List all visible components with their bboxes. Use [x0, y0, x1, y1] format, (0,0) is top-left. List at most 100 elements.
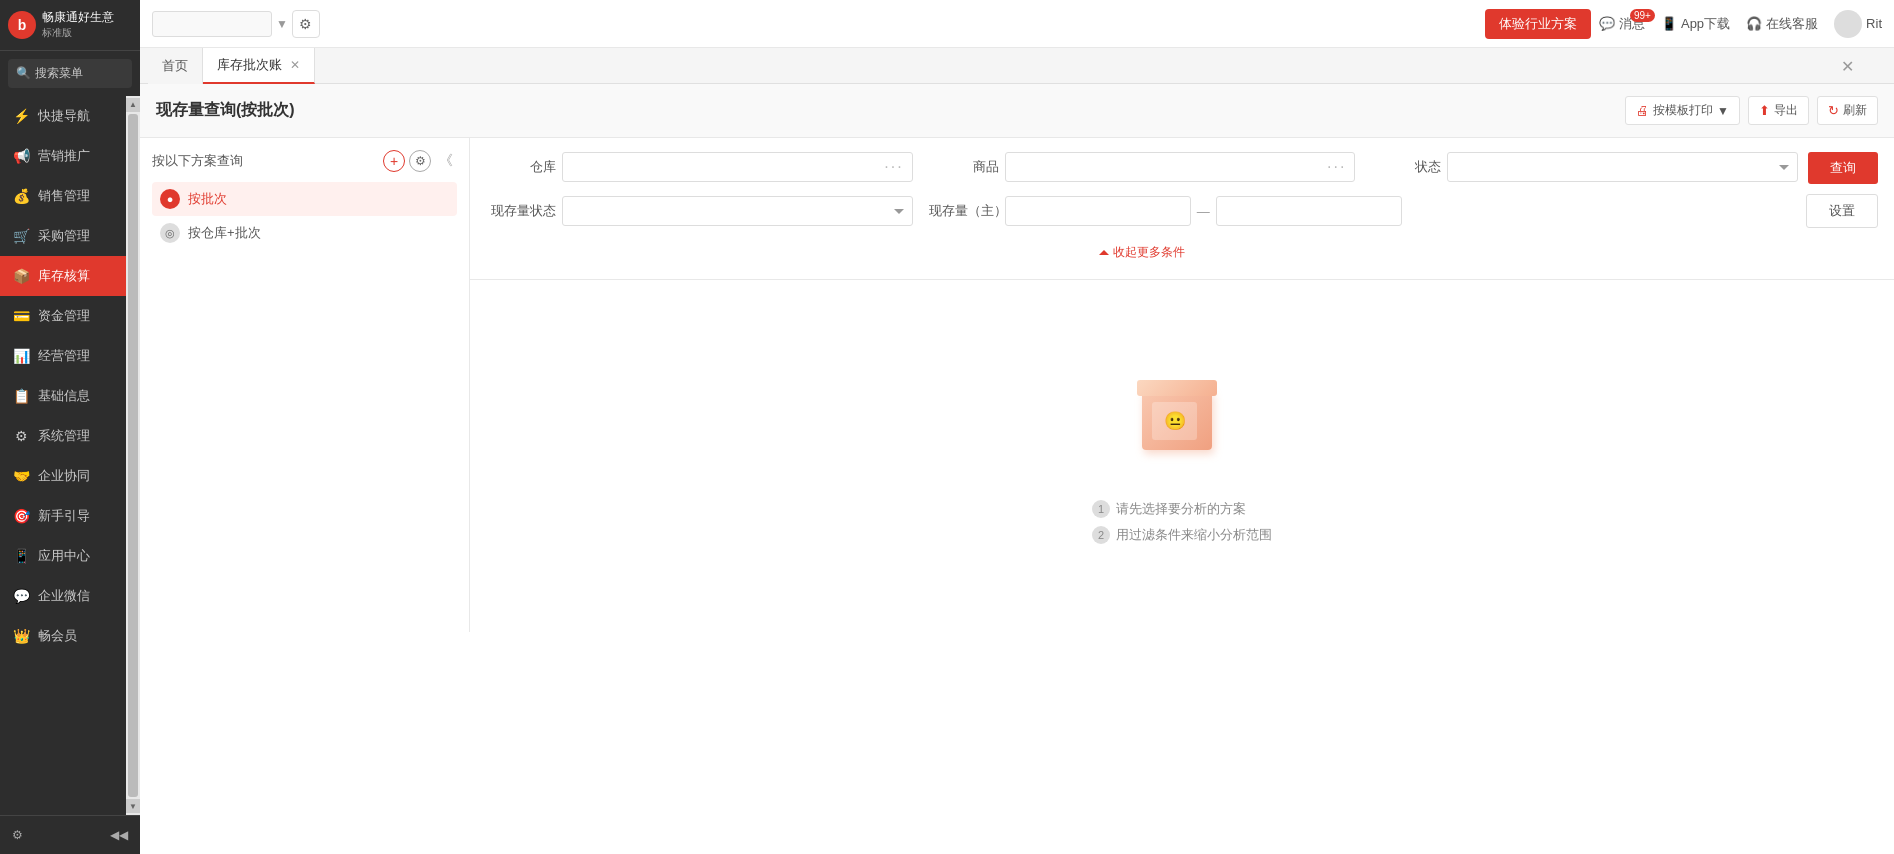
marketing-icon: 📢 [12, 147, 30, 165]
scroll-thumb[interactable] [128, 114, 138, 797]
quantity-to-input[interactable] [1216, 196, 1402, 226]
headset-icon: 🎧 [1746, 16, 1762, 31]
breadcrumb-input[interactable] [152, 11, 272, 37]
online-service-button[interactable]: 🎧 在线客服 [1746, 15, 1818, 33]
sidebar-item-operations[interactable]: 📊 经营管理 [0, 336, 126, 376]
page-title: 现存量查询(按批次) [156, 100, 295, 121]
page-actions: 🖨 按模板打印 ▼ ⬆ 导出 ↻ 刷新 [1625, 96, 1878, 125]
status-select[interactable] [1447, 152, 1798, 182]
status-label: 状态 [1371, 158, 1441, 176]
tab-batch[interactable]: 库存批次账 ✕ [203, 48, 315, 84]
filter-item-by-batch[interactable]: ● 按批次 [152, 182, 457, 216]
sidebar-item-marketing[interactable]: 📢 营销推广 [0, 136, 126, 176]
inventory-status-select[interactable] [562, 196, 913, 226]
hint-num-2: 2 [1092, 526, 1110, 544]
sidebar-scrollbar[interactable]: ▲ ▼ [126, 96, 140, 815]
finance-icon: 💳 [12, 307, 30, 325]
breadcrumb-arrow-icon: ▼ [276, 17, 288, 31]
sidebar-item-label-wechat: 企业微信 [38, 587, 90, 605]
tab-batch-close[interactable]: ✕ [290, 58, 300, 72]
system-icon: ⚙ [12, 427, 30, 445]
filter-setting-button[interactable]: ⚙ [409, 150, 431, 172]
empty-illustration: 😐 [1122, 360, 1242, 480]
quantity-range: — [1005, 196, 1402, 226]
sidebar-item-label-enterprise: 企业协同 [38, 467, 90, 485]
sidebar-item-label-sales: 销售管理 [38, 187, 90, 205]
user-avatar [1834, 10, 1862, 38]
newguide-icon: 🎯 [12, 507, 30, 525]
trial-button[interactable]: 体验行业方案 [1485, 9, 1591, 39]
settings-button[interactable]: 设置 [1806, 194, 1878, 228]
warehouse-label: 仓库 [486, 158, 556, 176]
filter-sidebar-header: 按以下方案查询 + ⚙ 《 [152, 150, 457, 172]
sidebar-item-appcenter[interactable]: 📱 应用中心 [0, 536, 126, 576]
company-info: 畅康通好生意 标准版 [42, 10, 114, 40]
sidebar-header: b 畅康通好生意 标准版 [0, 0, 140, 51]
empty-state: 😐 1 请先选择要分析的方案 2 用过滤条件来缩小分析范围 [470, 280, 1894, 632]
filter-group-status: 状态 [1371, 152, 1798, 182]
basic-icon: 📋 [12, 387, 30, 405]
hint-text-1: 请先选择要分析的方案 [1116, 500, 1246, 518]
sidebar-item-inventory[interactable]: 📦 库存核算 [0, 256, 126, 296]
sidebar-item-sales[interactable]: 💰 销售管理 [0, 176, 126, 216]
sidebar-logo: b 畅康通好生意 标准版 [8, 10, 132, 40]
box-face: 😐 [1152, 402, 1197, 440]
filter-row-1: 仓库 ··· 商品 ··· [486, 152, 1798, 182]
messages-button[interactable]: 💬 消息 99+ [1599, 15, 1645, 33]
refresh-button[interactable]: ↻ 刷新 [1817, 96, 1878, 125]
main-content: 现存量查询(按批次) 🖨 按模板打印 ▼ ⬆ 导出 ↻ 刷新 [140, 84, 1894, 854]
print-button[interactable]: 🖨 按模板打印 ▼ [1625, 96, 1740, 125]
sidebar-item-shortcut[interactable]: ⚡ 快捷导航 [0, 96, 126, 136]
topbar-right: 💬 消息 99+ 📱 App下载 🎧 在线客服 Rit [1599, 10, 1882, 38]
settings-icon: ⚙ [12, 828, 23, 842]
query-settings-area: 查询 设置 [1806, 152, 1878, 228]
sidebar-item-label-basic: 基础信息 [38, 387, 90, 405]
tab-close-right-icon[interactable]: ✕ [1841, 56, 1854, 75]
scroll-down-arrow[interactable]: ▼ [126, 799, 140, 813]
collapse-more-button[interactable]: 收起更多条件 [486, 240, 1798, 265]
filter-add-button[interactable]: + [383, 150, 405, 172]
box-lid [1137, 380, 1217, 396]
export-button[interactable]: ⬆ 导出 [1748, 96, 1809, 125]
settings-footer-button[interactable]: ⚙ [8, 824, 27, 846]
hint-num-1: 1 [1092, 500, 1110, 518]
collapse-icon: ◀◀ [110, 828, 128, 842]
filter-collapse-button[interactable]: 《 [435, 150, 457, 172]
enterprise-icon: 🤝 [12, 467, 30, 485]
sidebar-item-wechat[interactable]: 💬 企业微信 [0, 576, 126, 616]
tab-home-label: 首页 [162, 57, 188, 75]
quantity-from-input[interactable] [1005, 196, 1191, 226]
filter-item-by-warehouse-batch[interactable]: ◎ 按仓库+批次 [152, 216, 457, 250]
phone-icon: 📱 [1661, 16, 1677, 31]
product-input[interactable]: ··· [1005, 152, 1356, 182]
sidebar-item-finance[interactable]: 💳 资金管理 [0, 296, 126, 336]
filter-group-quantity: 现存量（主） — [929, 196, 1356, 226]
hint-text-2: 用过滤条件来缩小分析范围 [1116, 526, 1272, 544]
inventory-status-dropdown-icon [894, 209, 904, 214]
topbar: ▼ ⚙ 体验行业方案 💬 消息 99+ 📱 App下载 🎧 在线客服 Rit [140, 0, 1894, 48]
sidebar-item-label-shortcut: 快捷导航 [38, 107, 90, 125]
user-menu-button[interactable]: Rit [1834, 10, 1882, 38]
sidebar-item-newguide[interactable]: 🎯 新手引导 [0, 496, 126, 536]
member-icon: 👑 [12, 627, 30, 645]
filter-item-icon-warehouse: ◎ [160, 223, 180, 243]
search-menu-button[interactable]: 🔍 搜索菜单 [8, 59, 132, 88]
collapse-sidebar-button[interactable]: ◀◀ [106, 824, 132, 846]
sidebar-item-system[interactable]: ⚙ 系统管理 [0, 416, 126, 456]
message-icon: 💬 [1599, 16, 1615, 31]
tab-home[interactable]: 首页 [148, 48, 203, 84]
topbar-gear-button[interactable]: ⚙ [292, 10, 320, 38]
app-download-button[interactable]: 📱 App下载 [1661, 15, 1730, 33]
warehouse-input[interactable]: ··· [562, 152, 913, 182]
range-separator: — [1197, 204, 1210, 219]
sidebar-item-enterprise[interactable]: 🤝 企业协同 [0, 456, 126, 496]
version-label: 标准版 [42, 26, 114, 40]
sidebar-item-purchase[interactable]: 🛒 采购管理 [0, 216, 126, 256]
filter-group-product: 商品 ··· [929, 152, 1356, 182]
sidebar-item-basic[interactable]: 📋 基础信息 [0, 376, 126, 416]
sidebar-item-member[interactable]: 👑 畅会员 [0, 616, 126, 656]
sidebar-item-label-newguide: 新手引导 [38, 507, 90, 525]
scroll-up-arrow[interactable]: ▲ [126, 98, 140, 112]
empty-hint-1: 1 请先选择要分析的方案 [1092, 500, 1272, 518]
query-button[interactable]: 查询 [1808, 152, 1878, 184]
